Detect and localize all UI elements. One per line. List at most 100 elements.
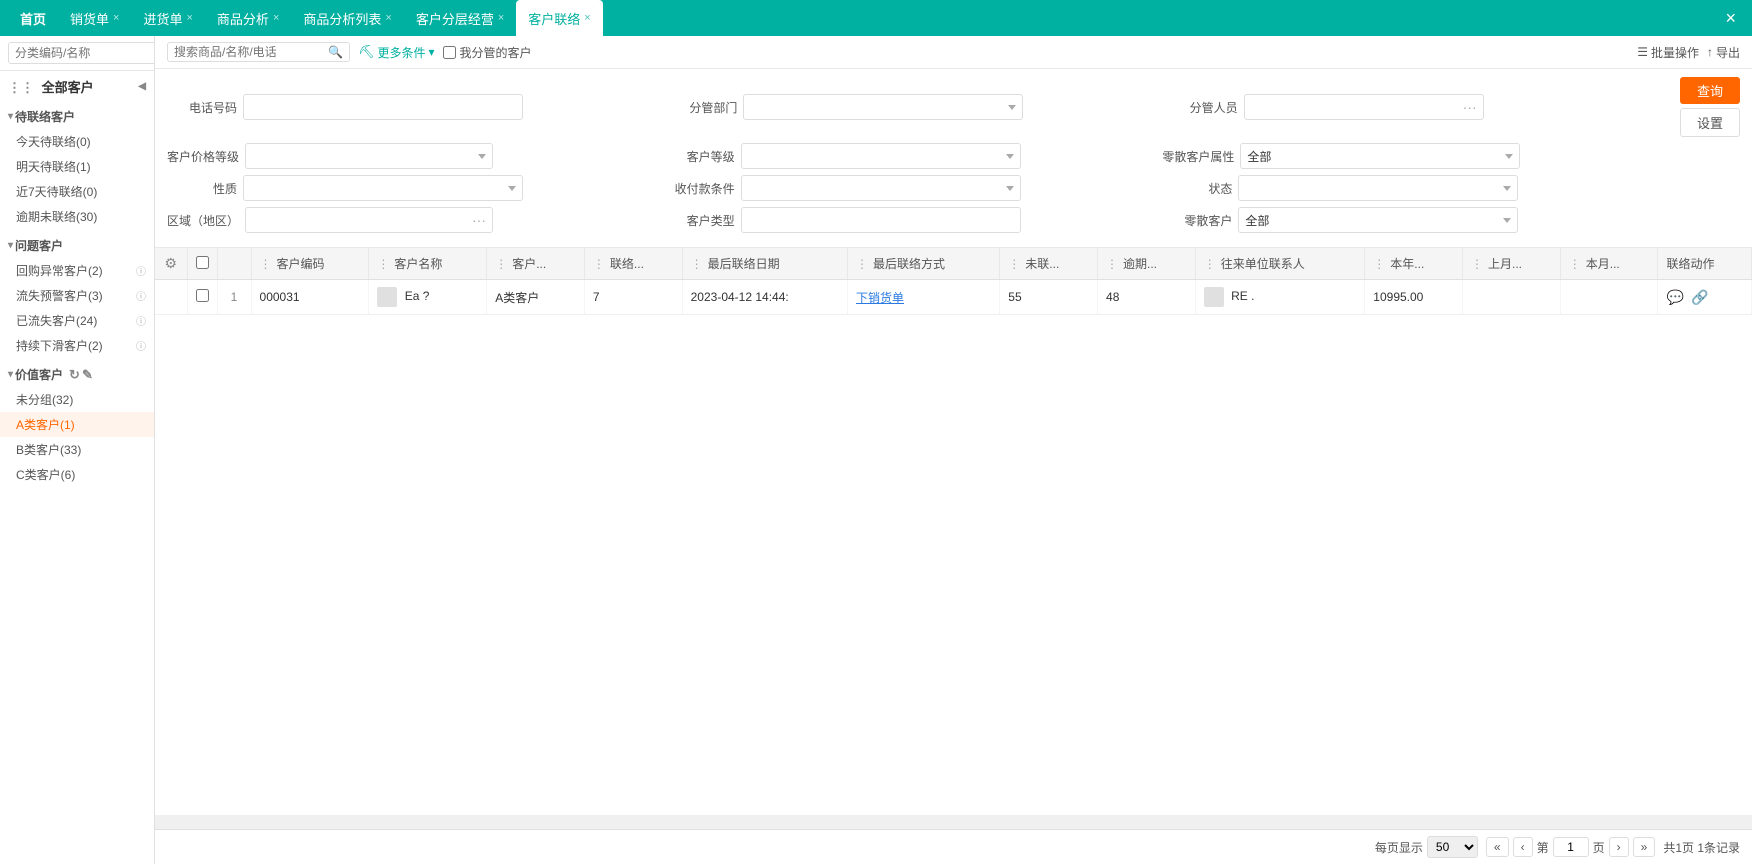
nav-product-analysis-list[interactable]: 商品分析列表 × xyxy=(291,0,403,36)
filter-row-2: 客户价格等级 客户等级 零散客户属性 xyxy=(167,143,1740,169)
main-layout: 🔍 ⋮⋮ 全部客户 ◀ 待联络客户 今天待联络(0) xyxy=(0,36,1752,864)
nav-purchase[interactable]: 进货单 × xyxy=(131,0,204,36)
filter-nature: 性质 xyxy=(167,175,665,201)
th-current-month[interactable]: ⋮ 本月... xyxy=(1560,248,1658,280)
sidebar-value-header[interactable]: 价值客户 ↻ ✎ xyxy=(0,362,154,387)
export-btn[interactable]: ↑ 导出 xyxy=(1707,44,1740,61)
th-contact-count[interactable]: ⋮ 联络... xyxy=(584,248,682,280)
nav-customer-segment[interactable]: 客户分层经营 × xyxy=(404,0,516,36)
nav-purchase-close[interactable]: × xyxy=(186,12,192,24)
action-chat-icon[interactable]: 💬 xyxy=(1666,289,1683,305)
batch-op-btn[interactable]: ☰ 批量操作 xyxy=(1637,44,1699,61)
nav-product-analysis[interactable]: 商品分析 × xyxy=(205,0,291,36)
th-contact-person[interactable]: ⋮ 往来单位联系人 xyxy=(1195,248,1365,280)
filter-customer-type: 客户类型 xyxy=(665,207,1163,233)
per-page-select[interactable]: 50 100 200 xyxy=(1427,836,1478,858)
sidebar-collapse-icon[interactable]: ◀ xyxy=(138,81,146,92)
search-icon[interactable]: 🔍 xyxy=(328,45,343,59)
nav-customer-contact-close[interactable]: × xyxy=(584,12,590,24)
nav-home[interactable]: 首页 xyxy=(8,0,58,36)
nav-customer-segment-close[interactable]: × xyxy=(498,12,504,24)
filter-nature-select[interactable] xyxy=(243,175,523,201)
filter-panel: 电话号码 分管部门 分管人员 ··· xyxy=(155,69,1752,248)
sidebar-item-b-class[interactable]: B类客户(33) xyxy=(0,437,154,462)
sidebar-item-repurchase-abnormal[interactable]: 回购异常客户(2) ⓘ xyxy=(0,258,154,283)
filter-price-level-select[interactable] xyxy=(245,143,493,169)
manager-dots-icon[interactable]: ··· xyxy=(1463,99,1477,115)
search-input[interactable] xyxy=(174,45,324,59)
my-customers-checkbox[interactable] xyxy=(443,46,456,59)
th-last-contact-method[interactable]: ⋮ 最后联络方式 xyxy=(847,248,999,280)
th-level[interactable]: ⋮ 客户... xyxy=(487,248,585,280)
th-uncontacted[interactable]: ⋮ 未联... xyxy=(1000,248,1098,280)
filter-dept-select[interactable] xyxy=(743,94,1023,120)
action-link-icon[interactable]: 🔗 xyxy=(1691,289,1708,305)
sidebar-item-ungrouped[interactable]: 未分组(32) xyxy=(0,387,154,412)
value-edit-icon[interactable]: ✎ xyxy=(82,367,93,383)
last-contact-method-link[interactable]: 下销货单 xyxy=(856,291,904,305)
filter-region-select[interactable]: ··· xyxy=(245,207,493,233)
nav-sales-close[interactable]: × xyxy=(113,12,119,24)
next-page-btn[interactable]: › xyxy=(1609,837,1629,857)
filter-nature-label: 性质 xyxy=(167,180,237,197)
setting-btn[interactable]: 设置 xyxy=(1680,108,1740,137)
filter-more-btn[interactable]: ⛏ 更多条件 ▾ xyxy=(358,44,435,61)
th-current-year[interactable]: ⋮ 本年... xyxy=(1365,248,1463,280)
sidebar-problem-header[interactable]: 问题客户 xyxy=(0,233,154,258)
window-close-btn[interactable]: × xyxy=(1717,8,1744,29)
filter-customer-level-select[interactable] xyxy=(741,143,1021,169)
select-all-checkbox[interactable] xyxy=(196,256,209,269)
table-header-row: ⚙ ⋮ 客户编码 xyxy=(155,248,1752,280)
filter-retail-attr: 零散客户属性 全部 xyxy=(1162,143,1660,169)
filter-customer-type-select[interactable] xyxy=(741,207,1021,233)
filter-payment-select[interactable] xyxy=(741,175,1021,201)
search-wrap: 🔍 xyxy=(167,42,350,62)
page-input[interactable] xyxy=(1553,837,1589,857)
last-page-btn[interactable]: » xyxy=(1633,837,1656,857)
filter-retail-customer-select[interactable]: 全部 xyxy=(1238,207,1518,233)
sidebar-item-a-class[interactable]: A类客户(1) xyxy=(0,412,154,437)
query-btn[interactable]: 查询 xyxy=(1680,77,1740,104)
filter-phone-input[interactable] xyxy=(243,94,523,120)
sidebar-all-customers-header[interactable]: ⋮⋮ 全部客户 ◀ xyxy=(0,71,154,102)
th-last-month[interactable]: ⋮ 上月... xyxy=(1463,248,1561,280)
sidebar-item-c-class[interactable]: C类客户(6) xyxy=(0,462,154,487)
filter-retail-customer-label: 零散客户 xyxy=(1162,212,1232,229)
sidebar-item-week-pending[interactable]: 近7天待联络(0) xyxy=(0,179,154,204)
sidebar-item-churned[interactable]: 已流失客户(24) ⓘ xyxy=(0,308,154,333)
region-dots-icon[interactable]: ··· xyxy=(472,212,486,228)
filter-manager-label: 分管人员 xyxy=(1168,99,1238,116)
sidebar-search-wrap: 🔍 xyxy=(0,36,154,71)
nav-sales[interactable]: 销货单 × xyxy=(58,0,131,36)
sidebar-all-customers-label: ⋮⋮ 全部客户 xyxy=(8,77,94,96)
sidebar-search-input[interactable] xyxy=(8,42,155,64)
nav-customer-contact[interactable]: 客户联络 × xyxy=(516,0,602,36)
filter-region: 区域（地区） ··· xyxy=(167,207,665,233)
nav-product-analysis-close[interactable]: × xyxy=(273,12,279,24)
th-code[interactable]: ⋮ 客户编码 xyxy=(251,248,369,280)
sidebar-item-churn-warning[interactable]: 流失预警客户(3) ⓘ xyxy=(0,283,154,308)
sidebar-item-overdue-pending[interactable]: 逾期未联络(30) xyxy=(0,204,154,229)
th-overdue[interactable]: ⋮ 逾期... xyxy=(1098,248,1196,280)
customer-table: ⚙ ⋮ 客户编码 xyxy=(155,248,1752,315)
filter-payment: 收付款条件 xyxy=(665,175,1163,201)
table-settings-icon[interactable]: ⚙ xyxy=(164,255,177,271)
sidebar-item-declining[interactable]: 持续下滑客户(2) ⓘ xyxy=(0,333,154,358)
filter-retail-attr-select[interactable]: 全部 xyxy=(1240,143,1520,169)
sidebar-item-today-pending[interactable]: 今天待联络(0) xyxy=(0,129,154,154)
filter-status-select[interactable] xyxy=(1238,175,1518,201)
first-page-btn[interactable]: « xyxy=(1486,837,1509,857)
sidebar-pending-header[interactable]: 待联络客户 xyxy=(0,104,154,129)
nav-product-analysis-list-close[interactable]: × xyxy=(385,12,391,24)
row-checkbox[interactable] xyxy=(196,289,209,302)
th-last-contact-date[interactable]: ⋮ 最后联络日期 xyxy=(682,248,847,280)
td-contact-count: 7 xyxy=(584,280,682,315)
value-refresh-icon[interactable]: ↻ xyxy=(69,367,80,383)
resizer-current-year: ⋮ xyxy=(1373,257,1385,271)
th-name[interactable]: ⋮ 客户名称 xyxy=(369,248,487,280)
filter-manager-select[interactable]: ··· xyxy=(1244,94,1484,120)
sidebar-item-tomorrow-pending[interactable]: 明天待联络(1) xyxy=(0,154,154,179)
page-label: 第 xyxy=(1537,839,1549,856)
prev-page-btn[interactable]: ‹ xyxy=(1513,837,1533,857)
horizontal-scrollbar[interactable] xyxy=(155,815,1752,829)
